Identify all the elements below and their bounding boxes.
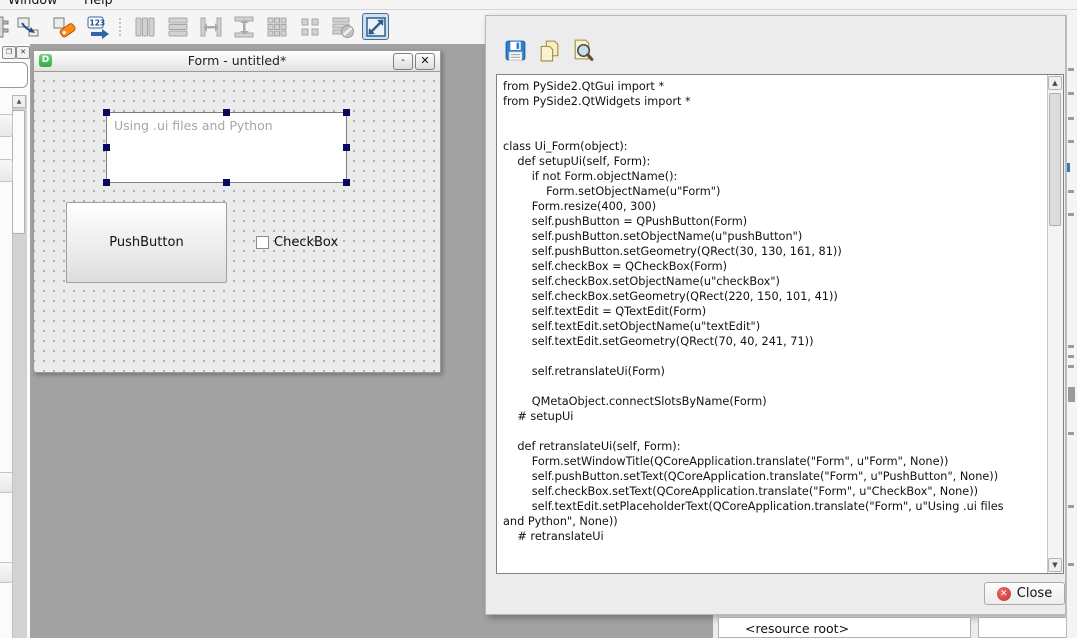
selection-handle-top-left[interactable] xyxy=(103,109,110,116)
dock-close-button[interactable]: ✕ xyxy=(16,46,30,59)
edit-signals-slots-icon xyxy=(16,15,40,39)
right-edge-panel xyxy=(1066,15,1077,638)
tree-branch-mark xyxy=(1068,213,1074,216)
checkbox-widget[interactable]: CheckBox xyxy=(256,222,357,263)
form-window-titlebar[interactable]: D Form - untitled* - ✕ xyxy=(34,51,440,72)
textedit-widget-selected[interactable]: Using .ui files and Python xyxy=(106,112,347,183)
tree-branch-mark xyxy=(1068,345,1074,348)
checkbox-label: CheckBox xyxy=(274,235,338,250)
menu-window[interactable]: Window xyxy=(8,0,57,7)
tree-branch-mark xyxy=(1068,68,1074,71)
layout-grid-button[interactable] xyxy=(263,13,290,40)
find-in-code-button[interactable] xyxy=(569,37,596,64)
selection-handle-bottom-center[interactable] xyxy=(223,179,230,186)
dock-restore-button[interactable]: ❐ xyxy=(2,46,16,59)
tree-branch-mark xyxy=(1068,505,1074,508)
layout-vertically-icon xyxy=(166,15,190,39)
close-red-icon: ✕ xyxy=(997,587,1011,601)
resource-browser-tree: <resource root> xyxy=(718,617,971,638)
selection-handle-bottom-right[interactable] xyxy=(343,179,350,186)
generated-python-code[interactable]: from PySide2.QtGui import * from PySide2… xyxy=(497,75,1063,544)
layout-vertically-button[interactable] xyxy=(164,13,191,40)
find-icon xyxy=(570,38,595,63)
qt-designer-screen: Window Help xyxy=(0,0,1077,638)
code-scroll-up-button[interactable]: ▲ xyxy=(1048,76,1062,90)
form-designer-window: D Form - untitled* - ✕ Using .ui files a… xyxy=(33,50,441,373)
widget-category-row[interactable] xyxy=(0,159,13,182)
pushbutton-label: PushButton xyxy=(109,235,183,250)
save-code-button[interactable] xyxy=(502,37,529,64)
layout-horizontal-splitter-icon xyxy=(199,15,223,39)
code-scrollbar-thumb[interactable] xyxy=(1049,93,1061,226)
close-button-label: Close xyxy=(1017,586,1052,601)
selection-handle-bottom-left[interactable] xyxy=(103,179,110,186)
layout-grid-icon xyxy=(265,15,289,39)
form-window-title: Form - untitled* xyxy=(34,53,440,68)
selection-handle-top-right[interactable] xyxy=(343,109,350,116)
copy-icon xyxy=(537,38,562,63)
layout-form-icon xyxy=(298,15,322,39)
textedit-placeholder: Using .ui files and Python xyxy=(107,113,346,138)
tree-branch-mark xyxy=(1068,355,1074,358)
selection-handle-top-center[interactable] xyxy=(223,109,230,116)
close-dialog-button[interactable]: ✕ Close xyxy=(984,582,1065,605)
edit-tab-order-icon: 123 xyxy=(86,15,110,39)
tree-branch-mark xyxy=(1068,190,1074,193)
save-icon xyxy=(503,38,528,63)
code-preview-dialog: from PySide2.QtGui import * from PySide2… xyxy=(485,15,1066,615)
resource-browser-panel xyxy=(978,617,1077,638)
selection-mark xyxy=(1067,163,1070,172)
edit-tab-order-button[interactable]: 123 xyxy=(84,13,111,40)
tree-branch-mark xyxy=(1068,365,1074,368)
tree-branch-mark xyxy=(1068,432,1074,435)
tree-branch-mark xyxy=(1068,140,1074,143)
layout-horizontally-button[interactable] xyxy=(131,13,158,40)
form-minimize-button[interactable]: - xyxy=(393,53,413,70)
widget-box-dock: ❐ ✕ ▲ xyxy=(0,44,31,638)
widget-filter-input[interactable] xyxy=(0,62,28,88)
selection-handle-mid-right[interactable] xyxy=(343,144,350,151)
tree-branch-mark xyxy=(1068,387,1075,402)
selection-handle-mid-left[interactable] xyxy=(103,144,110,151)
widget-category-row[interactable] xyxy=(0,114,13,137)
widget-box-scroll-up-button[interactable]: ▲ xyxy=(12,95,26,108)
form-close-button[interactable]: ✕ xyxy=(415,53,435,70)
menu-help[interactable]: Help xyxy=(84,0,113,7)
svg-text:123: 123 xyxy=(89,18,105,27)
form-canvas[interactable]: Using .ui files and Python PushButton Ch… xyxy=(34,72,440,372)
widget-category-row[interactable] xyxy=(0,472,13,493)
edit-buddies-button[interactable] xyxy=(50,13,77,40)
code-editor[interactable]: from PySide2.QtGui import * from PySide2… xyxy=(496,74,1064,574)
tree-branch-mark xyxy=(1068,92,1074,95)
widget-box-scrollbar-thumb[interactable] xyxy=(12,110,25,234)
edit-signals-slots-button[interactable] xyxy=(14,13,41,40)
code-scrollbar-track[interactable]: ▲ ▼ xyxy=(1047,75,1063,573)
widget-category-row[interactable] xyxy=(0,562,13,583)
break-layout-button[interactable] xyxy=(329,13,356,40)
layout-form-button[interactable] xyxy=(296,13,323,40)
adjust-size-icon xyxy=(364,15,388,39)
tree-branch-mark xyxy=(1068,563,1074,566)
edit-widgets-icon xyxy=(0,15,11,39)
edit-widgets-button[interactable] xyxy=(0,13,12,40)
checkbox-indicator[interactable] xyxy=(256,236,269,249)
toolbar-separator xyxy=(119,18,121,36)
pushbutton-widget[interactable]: PushButton xyxy=(66,202,227,283)
code-scroll-down-button[interactable]: ▼ xyxy=(1048,558,1062,572)
copy-code-button[interactable] xyxy=(536,37,563,64)
adjust-size-button[interactable] xyxy=(362,13,389,40)
tree-branch-mark xyxy=(1068,117,1074,120)
layout-vertical-splitter-icon xyxy=(232,15,256,39)
break-layout-icon xyxy=(331,15,355,39)
edit-buddies-icon xyxy=(52,15,76,39)
layout-horizontally-icon xyxy=(133,15,157,39)
layout-vertical-splitter-button[interactable] xyxy=(230,13,257,40)
layout-horizontal-splitter-button[interactable] xyxy=(197,13,224,40)
menu-bar: Window Help xyxy=(0,0,1077,10)
resource-root-item[interactable]: <resource root> xyxy=(745,621,849,636)
